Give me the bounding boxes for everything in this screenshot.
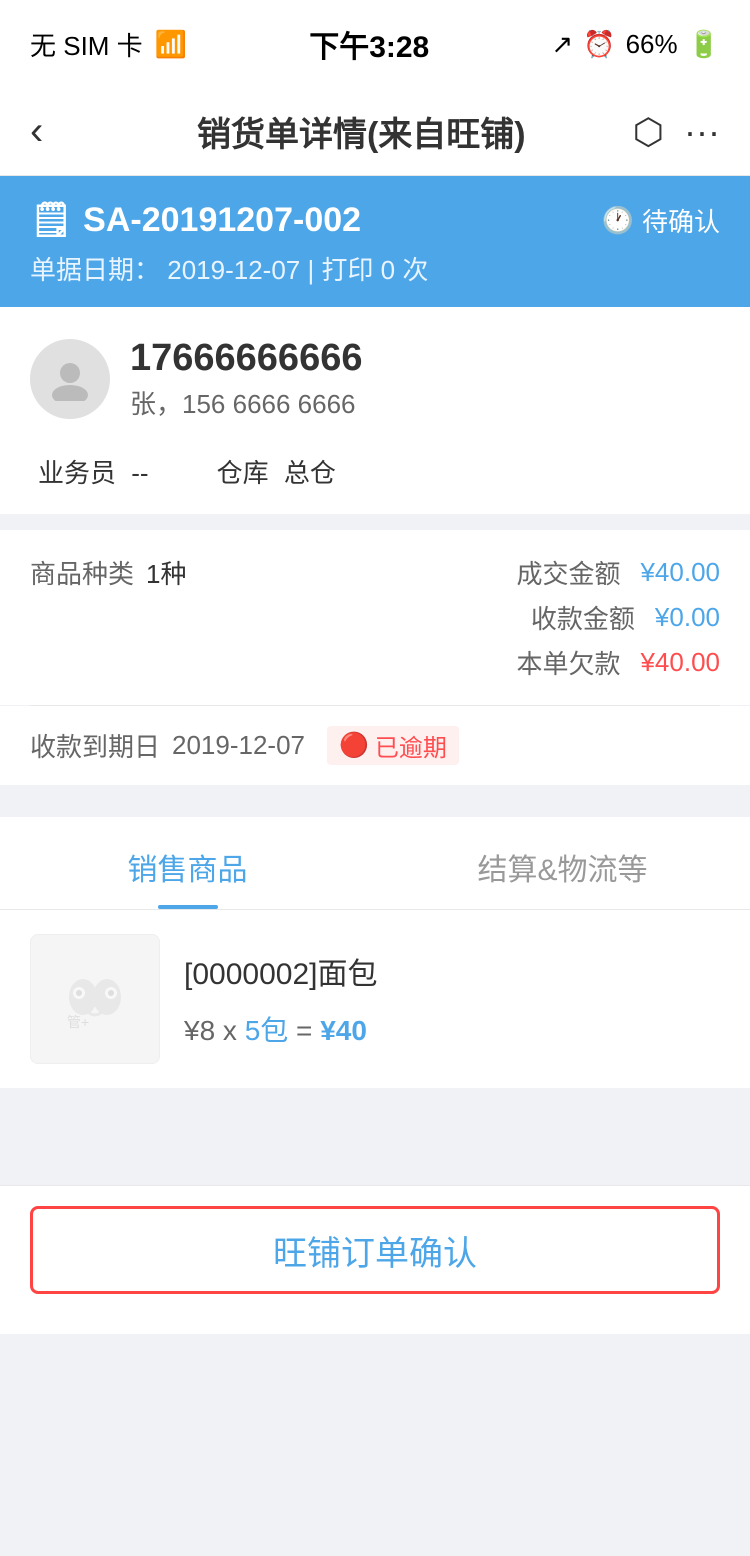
product-total: ¥40 bbox=[320, 1015, 367, 1046]
amount-value-1: ¥0.00 bbox=[655, 602, 720, 633]
signal-icon: ↗ bbox=[551, 29, 573, 60]
amounts-column: 成交金额 ¥40.00 收款金额 ¥0.00 本单欠款 ¥40.00 bbox=[516, 554, 720, 681]
date-value: 2019-12-07 bbox=[167, 255, 300, 285]
confirm-button[interactable]: 旺铺订单确认 bbox=[30, 1206, 720, 1294]
product-type-field: 商品种类 1种 bbox=[30, 554, 186, 591]
order-id-row: 🗒 SA-20191207-002 🕐 待确认 bbox=[30, 200, 720, 240]
nav-bar: ‹ 销货单详情(来自旺铺) ⬡ ··· bbox=[0, 88, 750, 176]
due-date-value: 2019-12-07 bbox=[172, 730, 305, 761]
order-id: 🗒 SA-20191207-002 bbox=[30, 200, 361, 240]
back-button[interactable]: ‹ bbox=[30, 109, 90, 154]
bottom-bar: 旺铺订单确认 bbox=[0, 1185, 750, 1334]
battery-label: 66% bbox=[626, 29, 678, 60]
amount-row-0: 成交金额 ¥40.00 bbox=[516, 554, 720, 591]
amount-row-1: 收款金额 ¥0.00 bbox=[531, 599, 720, 636]
tab-settlement[interactable]: 结算&物流等 bbox=[375, 817, 750, 909]
confirm-button-label: 旺铺订单确认 bbox=[273, 1226, 477, 1275]
warehouse-field: 仓库 总仓 bbox=[209, 453, 336, 490]
salesperson-label: 业务员 bbox=[38, 458, 116, 488]
due-date-section: 收款到期日 2019-12-07 🔴 已逾期 bbox=[0, 706, 750, 785]
status-bar: 无 SIM 卡 📶 下午3:28 ↗ ⏰ 66% 🔋 bbox=[0, 0, 750, 88]
product-item: 管+ [0000002]面包 ¥8 x 5包 = ¥40 bbox=[0, 910, 750, 1088]
wifi-icon: 📶 bbox=[155, 29, 187, 60]
date-label: 单据日期： bbox=[30, 255, 160, 285]
battery-icon: 🔋 bbox=[688, 29, 720, 60]
order-id-text: SA-20191207-002 bbox=[83, 201, 361, 240]
warehouse-value: 总仓 bbox=[284, 458, 336, 488]
customer-section: 17666666666 张，156 6666 6666 业务员 -- 仓库 总仓 bbox=[0, 307, 750, 514]
page-title: 销货单详情(来自旺铺) bbox=[90, 107, 633, 156]
product-price: ¥8 x 5包 = ¥40 bbox=[184, 1009, 720, 1049]
customer-info: 17666666666 张，156 6666 6666 bbox=[130, 337, 362, 421]
customer-row: 17666666666 张，156 6666 6666 bbox=[30, 337, 720, 421]
tab-products-label: 销售商品 bbox=[128, 854, 248, 887]
warehouse-label: 仓库 bbox=[217, 458, 269, 488]
product-type-value: 1种 bbox=[146, 554, 186, 591]
clock-icon: 🕐 bbox=[602, 205, 634, 236]
customer-sub: 张，156 6666 6666 bbox=[130, 384, 362, 421]
status-text: 待确认 bbox=[642, 202, 720, 239]
svg-text:管+: 管+ bbox=[67, 1014, 89, 1029]
share-icon[interactable]: ⬡ bbox=[633, 111, 664, 153]
product-type-label: 商品种类 bbox=[30, 554, 134, 591]
customer-phone: 17666666666 bbox=[130, 337, 362, 380]
price-formula: ¥8 x bbox=[184, 1015, 245, 1046]
due-label: 收款到期日 bbox=[30, 727, 160, 764]
nav-actions: ⬡ ··· bbox=[633, 111, 720, 153]
order-status: 🕐 待确认 bbox=[602, 202, 720, 239]
amount-row-2: 本单欠款 ¥40.00 bbox=[516, 644, 720, 681]
product-thumbnail: 管+ bbox=[30, 934, 160, 1064]
tab-products[interactable]: 销售商品 bbox=[0, 817, 375, 909]
amount-label-0: 成交金额 bbox=[516, 554, 620, 591]
sim-label: 无 SIM 卡 bbox=[30, 26, 143, 63]
order-date: 单据日期： 2019-12-07 | 打印 0 次 bbox=[30, 250, 720, 287]
tab-settlement-label: 结算&物流等 bbox=[477, 854, 647, 887]
status-right: ↗ ⏰ 66% 🔋 bbox=[551, 29, 720, 60]
alarm-icon: ⏰ bbox=[583, 29, 615, 60]
product-name: [0000002]面包 bbox=[184, 949, 720, 993]
order-doc-icon: 🗒 bbox=[30, 200, 73, 240]
salesperson-field: 业务员 -- bbox=[30, 453, 149, 490]
order-header: 🗒 SA-20191207-002 🕐 待确认 单据日期： 2019-12-07… bbox=[0, 176, 750, 307]
status-time: 下午3:28 bbox=[309, 22, 429, 66]
product-details: [0000002]面包 ¥8 x 5包 = ¥40 bbox=[184, 949, 720, 1049]
overdue-text: 已逾期 bbox=[375, 728, 447, 763]
amount-label-1: 收款金额 bbox=[531, 599, 635, 636]
summary-section: 商品种类 1种 成交金额 ¥40.00 收款金额 ¥0.00 本单欠款 ¥40.… bbox=[0, 530, 750, 705]
divider-1 bbox=[0, 514, 750, 530]
overdue-badge: 🔴 已逾期 bbox=[327, 726, 459, 765]
amount-label-2: 本单欠款 bbox=[516, 644, 620, 681]
tabs-section: 销售商品 结算&物流等 bbox=[0, 817, 750, 910]
print-info: | 打印 0 次 bbox=[307, 255, 428, 285]
overdue-icon: 🔴 bbox=[339, 731, 369, 760]
product-qty: 5包 bbox=[245, 1015, 289, 1046]
customer-meta: 业务员 -- 仓库 总仓 bbox=[30, 437, 720, 490]
status-left: 无 SIM 卡 📶 bbox=[30, 26, 187, 63]
more-icon[interactable]: ··· bbox=[684, 111, 720, 153]
salesperson-value: -- bbox=[131, 458, 148, 488]
equals-sign: = bbox=[288, 1015, 320, 1046]
amount-value-0: ¥40.00 bbox=[640, 557, 720, 588]
divider-2 bbox=[0, 785, 750, 801]
avatar bbox=[30, 339, 110, 419]
amount-value-2: ¥40.00 bbox=[640, 647, 720, 678]
